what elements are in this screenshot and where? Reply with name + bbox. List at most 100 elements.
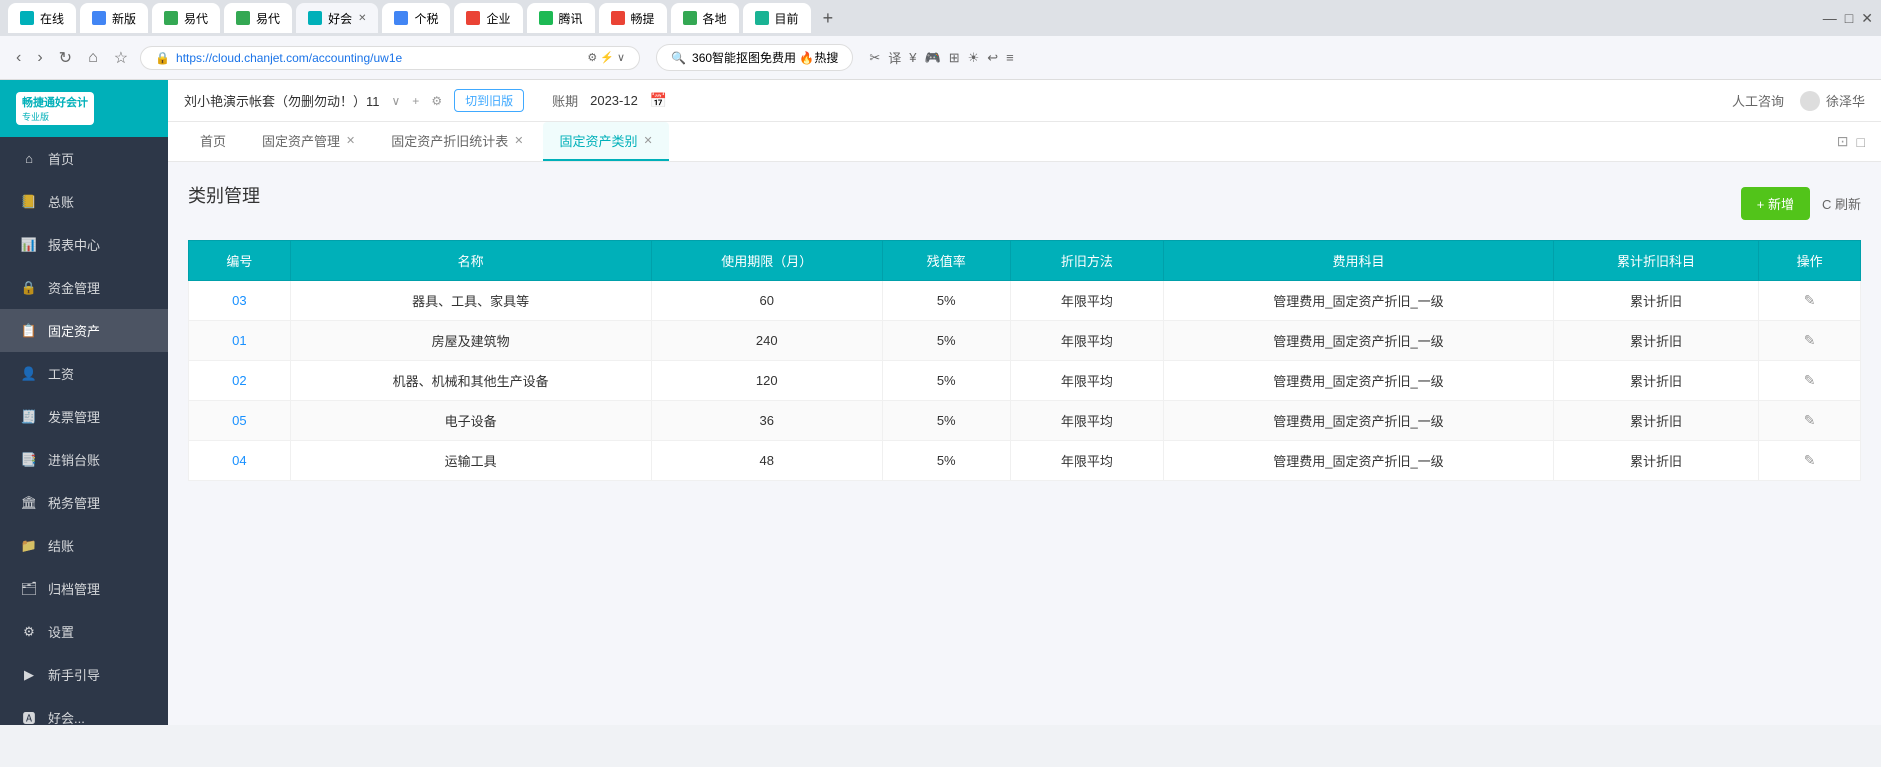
cell-expense-4: 管理费用_固定资产折旧_一级 xyxy=(1164,441,1554,481)
sidebar-item-fund[interactable]: 🔒 资金管理 xyxy=(0,266,168,309)
cell-code-0[interactable]: 03 xyxy=(189,281,291,321)
page-tab-asset-mgmt-close[interactable]: ✕ xyxy=(346,134,355,147)
tab-maximize-icon[interactable]: □ xyxy=(1857,134,1865,150)
salary-icon: 👤 xyxy=(20,365,38,383)
page-tab-asset-mgmt[interactable]: 固定资产管理 ✕ xyxy=(246,122,371,161)
main-layout: 畅捷通好会计 专业版 ⌂ 首页 📒 总账 📊 报表中心 🔒 资金管理 📋 固定资… xyxy=(0,80,1881,725)
cell-name-0: 器具、工具、家具等 xyxy=(290,281,651,321)
table-row: 01 房屋及建筑物 240 5% 年限平均 管理费用_固定资产折旧_一级 累计折… xyxy=(189,321,1861,361)
extension-scissors[interactable]: ✂ xyxy=(869,50,880,66)
cell-rate-3: 5% xyxy=(882,401,1010,441)
page-tab-category[interactable]: 固定资产类别 ✕ xyxy=(543,122,668,161)
browser-tab-7[interactable]: 腾讯 xyxy=(527,3,595,33)
sidebar-item-trade[interactable]: 📑 进销台账 xyxy=(0,438,168,481)
sidebar-item-guide[interactable]: ▶ 新手引导 xyxy=(0,653,168,696)
browser-tab-4[interactable]: 好会 ✕ xyxy=(296,3,378,33)
sidebar-item-salary[interactable]: 👤 工资 xyxy=(0,352,168,395)
account-dropdown-icon[interactable]: ∨ xyxy=(392,94,401,108)
trade-icon: 📑 xyxy=(20,451,38,469)
bookmark-button[interactable]: ☆ xyxy=(110,44,132,72)
edit-button-4[interactable]: ✎ xyxy=(1804,452,1816,469)
cell-code-3[interactable]: 05 xyxy=(189,401,291,441)
extension-brightness[interactable]: ☀ xyxy=(968,50,980,66)
refresh-btn[interactable]: C 刷新 xyxy=(1822,187,1861,220)
sidebar-item-report[interactable]: 📊 报表中心 xyxy=(0,223,168,266)
minimize-button[interactable]: — xyxy=(1823,10,1837,27)
tab-icon-10 xyxy=(755,11,769,25)
page-tab-depreciation-close[interactable]: ✕ xyxy=(514,134,523,147)
search-box[interactable]: 🔍 360智能抠图免费用 🔥热搜 xyxy=(656,44,853,71)
browser-menu[interactable]: ≡ xyxy=(1006,50,1014,65)
edit-button-2[interactable]: ✎ xyxy=(1804,372,1816,389)
browser-tab-8[interactable]: 畅提 xyxy=(599,3,667,33)
cell-action-4[interactable]: ✎ xyxy=(1759,441,1861,481)
cell-action-3[interactable]: ✎ xyxy=(1759,401,1861,441)
tab-label-0: 在线 xyxy=(40,10,64,27)
tab-label-2: 易代 xyxy=(184,10,208,27)
extension-coin[interactable]: ¥ xyxy=(909,50,916,65)
forward-button[interactable]: › xyxy=(33,45,46,71)
page-tab-home[interactable]: 首页 xyxy=(184,122,242,161)
edit-button-1[interactable]: ✎ xyxy=(1804,332,1816,349)
new-tab-button[interactable]: + xyxy=(823,8,834,29)
back-button[interactable]: ‹ xyxy=(12,45,25,71)
cell-action-1[interactable]: ✎ xyxy=(1759,321,1861,361)
sidebar-item-home[interactable]: ⌂ 首页 xyxy=(0,137,168,180)
tab-label-7: 腾讯 xyxy=(559,10,583,27)
sidebar-item-archive[interactable]: 🗂 归档管理 xyxy=(0,567,168,610)
sidebar-item-close-account[interactable]: 📁 结账 xyxy=(0,524,168,567)
browser-tab-1[interactable]: 新版 xyxy=(80,3,148,33)
sidebar-item-asset[interactable]: 📋 固定资产 xyxy=(0,309,168,352)
home-button[interactable]: ⌂ xyxy=(84,45,102,71)
account-settings-icon[interactable]: ⚙ xyxy=(431,94,442,108)
browser-tab-close-4[interactable]: ✕ xyxy=(358,13,366,24)
sidebar-item-ledger[interactable]: 📒 总账 xyxy=(0,180,168,223)
extension-grid[interactable]: ⊞ xyxy=(949,50,960,66)
extension-undo[interactable]: ↩ xyxy=(987,50,998,66)
account-add-icon[interactable]: + xyxy=(412,94,419,108)
calendar-icon[interactable]: 📅 xyxy=(650,92,667,109)
sidebar-item-app[interactable]: 🅰 好会... xyxy=(0,696,168,725)
cell-name-2: 机器、机械和其他生产设备 xyxy=(290,361,651,401)
cell-code-1[interactable]: 01 xyxy=(189,321,291,361)
archive-icon: 🗂 xyxy=(20,580,38,598)
browser-tab-9[interactable]: 各地 xyxy=(671,3,739,33)
edit-button-3[interactable]: ✎ xyxy=(1804,412,1816,429)
ledger-icon: 📒 xyxy=(20,193,38,211)
sidebar-item-tax[interactable]: 🏛 税务管理 xyxy=(0,481,168,524)
sidebar-item-settings[interactable]: ⚙ 设置 xyxy=(0,610,168,653)
cell-period-4: 48 xyxy=(651,441,882,481)
user-menu[interactable]: 徐泽华 xyxy=(1800,91,1865,111)
browser-tab-2[interactable]: 易代 xyxy=(152,3,220,33)
asset-icon: 📋 xyxy=(20,322,38,340)
extension-game[interactable]: 🎮 xyxy=(925,50,941,66)
page-tab-category-close[interactable]: ✕ xyxy=(644,134,653,147)
tab-restore-icon[interactable]: ⊡ xyxy=(1837,133,1849,150)
cell-code-4[interactable]: 04 xyxy=(189,441,291,481)
cell-accumulated-0: 累计折旧 xyxy=(1553,281,1758,321)
maximize-button[interactable]: □ xyxy=(1845,10,1853,27)
close-window-button[interactable]: ✕ xyxy=(1861,10,1873,27)
browser-tab-3[interactable]: 易代 xyxy=(224,3,292,33)
page-tab-depreciation[interactable]: 固定资产折旧统计表 ✕ xyxy=(375,122,539,161)
service-link[interactable]: 人工咨询 xyxy=(1732,91,1784,110)
col-header-period: 使用期限（月） xyxy=(651,241,882,281)
refresh-button[interactable]: ↻ xyxy=(55,44,76,72)
switch-version-button[interactable]: 切到旧版 xyxy=(454,89,524,112)
edit-button-0[interactable]: ✎ xyxy=(1804,292,1816,309)
cell-code-2[interactable]: 02 xyxy=(189,361,291,401)
logo-text-sub: 专业版 xyxy=(22,110,88,123)
cell-period-0: 60 xyxy=(651,281,882,321)
extension-translate[interactable]: 译 xyxy=(888,48,901,67)
add-button[interactable]: + 新增 xyxy=(1741,187,1810,220)
browser-tab-5[interactable]: 个税 xyxy=(382,3,450,33)
address-bar[interactable]: 🔒 https://cloud.chanjet.com/accounting/u… xyxy=(140,46,640,70)
sidebar-item-invoice[interactable]: 🧾 发票管理 xyxy=(0,395,168,438)
cell-rate-0: 5% xyxy=(882,281,1010,321)
browser-tab-10[interactable]: 目前 xyxy=(743,3,811,33)
browser-tab-6[interactable]: 企业 xyxy=(454,3,522,33)
cell-accumulated-2: 累计折旧 xyxy=(1553,361,1758,401)
cell-action-2[interactable]: ✎ xyxy=(1759,361,1861,401)
browser-tab-0[interactable]: 在线 xyxy=(8,3,76,33)
cell-action-0[interactable]: ✎ xyxy=(1759,281,1861,321)
